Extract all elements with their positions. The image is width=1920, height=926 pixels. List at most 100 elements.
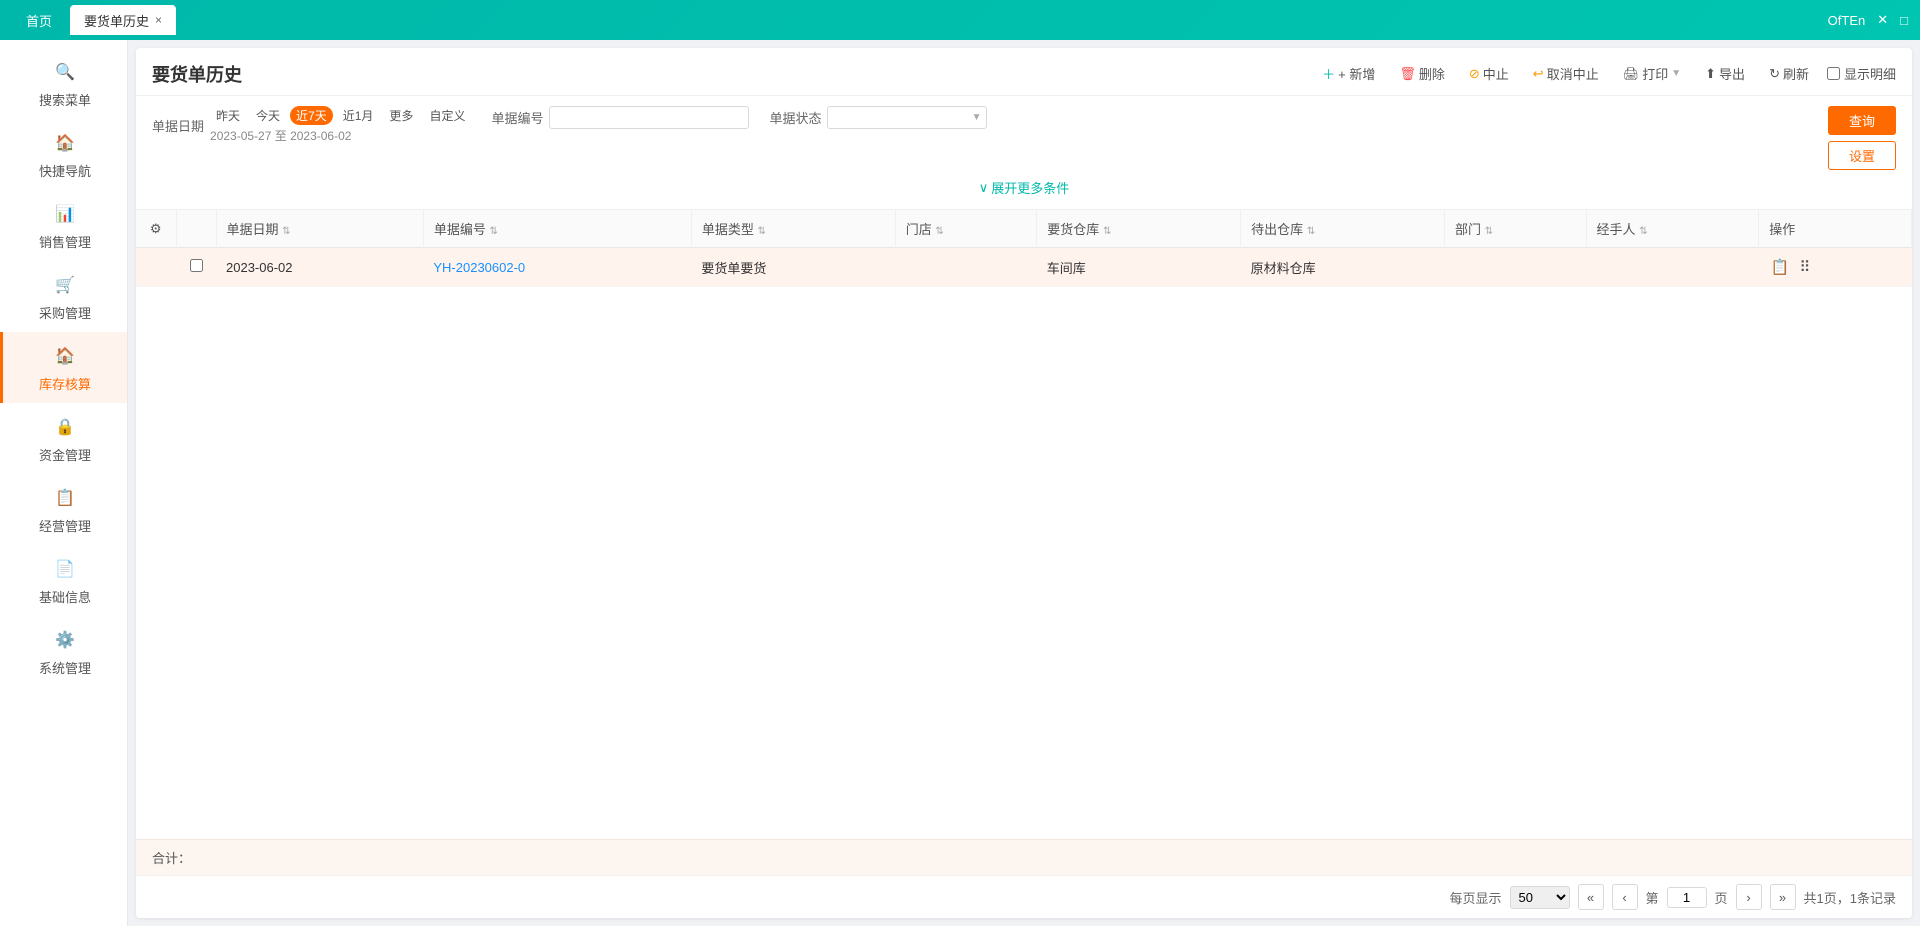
date-btn-1month[interactable]: 近1月 — [337, 106, 380, 125]
sidebar-item-sys-mgmt-label: 系统管理 — [39, 658, 91, 677]
page-label-before: 第 — [1646, 888, 1659, 907]
sys-mgmt-icon: ⚙️ — [51, 626, 79, 654]
filter-docstatus-label: 单据状态 — [769, 108, 821, 127]
row-store — [895, 248, 1037, 287]
stop-button[interactable]: ⊘ 中止 — [1463, 60, 1515, 87]
query-button[interactable]: 查询 — [1828, 106, 1896, 135]
footer-summary: 合计： — [136, 839, 1912, 875]
date-btn-more[interactable]: 更多 — [383, 106, 419, 125]
page-title: 要货单历史 — [152, 61, 242, 87]
often-label[interactable]: OfTEn — [1828, 13, 1866, 28]
inventory-calc-icon: 🏠 — [51, 342, 79, 370]
table-row[interactable]: 2023-06-02 YH-20230602-0 要货单要货 车间库 原材料仓库… — [136, 248, 1912, 287]
operations-mgmt-icon: 📋 — [51, 484, 79, 512]
date-btn-yesterday[interactable]: 昨天 — [210, 106, 246, 125]
last-page-btn[interactable]: » — [1770, 884, 1796, 910]
delete-label: 删除 — [1419, 64, 1445, 83]
sort-doc-type-icon: ⇅ — [758, 226, 766, 237]
new-button[interactable]: ＋ + 新增 — [1316, 60, 1381, 87]
tab-home[interactable]: 首页 — [12, 5, 66, 35]
expand-more-label: 展开更多条件 — [991, 178, 1069, 197]
th-doc-type-label: 单据类型 — [702, 222, 754, 237]
table-settings-icon[interactable]: ⚙ — [150, 221, 162, 236]
delete-button[interactable]: 🗑 删除 — [1393, 60, 1451, 87]
export-icon: ⬆ — [1705, 66, 1716, 82]
new-label: + 新增 — [1338, 64, 1375, 83]
th-req-warehouse[interactable]: 要货仓库 ⇅ — [1037, 210, 1241, 248]
tab-requisition-history[interactable]: 要货单历史 × — [70, 5, 176, 35]
cancel-stop-label: 取消中止 — [1547, 64, 1599, 83]
filter-docstatus-item: 单据状态 ▼ — [769, 106, 987, 129]
th-store-label: 门店 — [906, 222, 932, 237]
print-button[interactable]: 🖨 打印 ▼ — [1617, 60, 1687, 87]
sidebar-item-fund-mgmt[interactable]: 🔒 资金管理 — [0, 403, 127, 474]
filter-main-row: 单据日期 昨天 今天 近7天 近1月 更多 自定义 2023-05-27 至 2… — [152, 106, 1896, 170]
row-edit-icon[interactable]: 📋 — [1769, 256, 1792, 278]
sidebar-item-sales-mgmt[interactable]: 📊 销售管理 — [0, 190, 127, 261]
date-quick-btns-row: 昨天 今天 近7天 近1月 更多 自定义 — [210, 106, 471, 125]
main-table: ⚙ 单据日期 ⇅ 单据编号 ⇅ 单据类型 ⇅ — [136, 210, 1912, 287]
content-area: 要货单历史 ＋ + 新增 🗑 删除 ⊘ 中止 ↩ 取消中止 — [136, 48, 1912, 918]
sidebar-item-quick-nav-label: 快捷导航 — [39, 161, 91, 180]
first-page-btn[interactable]: « — [1578, 884, 1604, 910]
print-dropdown-icon[interactable]: ▼ — [1671, 68, 1681, 79]
row-actions: 📋 ⠿ — [1769, 256, 1902, 278]
expand-more-button[interactable]: ∨ 展开更多条件 — [971, 176, 1078, 199]
sidebar-item-quick-nav[interactable]: 🏠 快捷导航 — [0, 119, 127, 190]
date-btn-today[interactable]: 今天 — [250, 106, 286, 125]
row-pending-warehouse: 原材料仓库 — [1241, 248, 1445, 287]
purchase-mgmt-icon: 🛒 — [51, 271, 79, 299]
export-button[interactable]: ⬆ 导出 — [1699, 60, 1751, 87]
window-close-icon[interactable]: ✕ — [1877, 12, 1888, 28]
top-bar-right: OfTEn ✕ □ — [1828, 12, 1908, 28]
sidebar-item-sales-mgmt-label: 销售管理 — [39, 232, 91, 251]
window-restore-icon[interactable]: □ — [1900, 13, 1908, 28]
display-detail-checkbox[interactable] — [1827, 67, 1840, 80]
date-quick-btns: 昨天 今天 近7天 近1月 更多 自定义 2023-05-27 至 2023-0… — [210, 106, 471, 144]
page-input[interactable] — [1667, 887, 1707, 908]
th-doc-date[interactable]: 单据日期 ⇅ — [216, 210, 423, 248]
prev-page-btn[interactable]: ‹ — [1612, 884, 1638, 910]
table-body: 2023-06-02 YH-20230602-0 要货单要货 车间库 原材料仓库… — [136, 248, 1912, 287]
th-doc-num[interactable]: 单据编号 ⇅ — [423, 210, 691, 248]
date-btn-7days[interactable]: 近7天 — [290, 106, 333, 125]
setting-button[interactable]: 设置 — [1828, 141, 1896, 170]
sidebar-item-purchase-mgmt[interactable]: 🛒 采购管理 — [0, 261, 127, 332]
row-checkbox[interactable] — [190, 259, 203, 272]
doc-num-input[interactable] — [549, 106, 749, 129]
row-handler — [1586, 248, 1759, 287]
row-req-warehouse: 车间库 — [1037, 248, 1241, 287]
sidebar-item-inventory-calc[interactable]: 🏠 库存核算 — [0, 332, 127, 403]
th-handler[interactable]: 经手人 ⇅ — [1586, 210, 1759, 248]
row-doc-num[interactable]: YH-20230602-0 — [423, 248, 691, 287]
toolbar: ＋ + 新增 🗑 删除 ⊘ 中止 ↩ 取消中止 🖨 打印 — [1316, 60, 1896, 87]
th-department[interactable]: 部门 ⇅ — [1445, 210, 1587, 248]
filter-docstatus-wrapper: ▼ — [827, 106, 987, 129]
per-page-select[interactable]: 20 50 100 — [1510, 886, 1570, 909]
sidebar-item-basic-info[interactable]: 📄 基础信息 — [0, 545, 127, 616]
cancel-stop-button[interactable]: ↩ 取消中止 — [1527, 60, 1605, 87]
page-label-after: 页 — [1715, 888, 1728, 907]
cancel-stop-icon: ↩ — [1533, 66, 1544, 82]
th-doc-date-label: 单据日期 — [227, 222, 279, 237]
doc-status-select[interactable] — [827, 106, 987, 129]
sidebar-item-sys-mgmt[interactable]: ⚙️ 系统管理 — [0, 616, 127, 687]
display-detail-toggle[interactable]: 显示明细 — [1827, 64, 1896, 83]
th-pending-warehouse[interactable]: 待出仓库 ⇅ — [1241, 210, 1445, 248]
sidebar-item-search-menu[interactable]: 🔍 搜索菜单 — [0, 48, 127, 119]
summary-label: 合计： — [152, 851, 191, 866]
sidebar-item-basic-info-label: 基础信息 — [39, 587, 91, 606]
th-store[interactable]: 门店 ⇅ — [895, 210, 1037, 248]
search-menu-icon: 🔍 — [51, 58, 79, 86]
refresh-label: 刷新 — [1783, 64, 1809, 83]
tab-close-icon[interactable]: × — [155, 13, 162, 27]
th-doc-type[interactable]: 单据类型 ⇅ — [691, 210, 895, 248]
next-page-btn[interactable]: › — [1736, 884, 1762, 910]
print-label: 打印 — [1642, 64, 1668, 83]
sidebar-item-operations-mgmt[interactable]: 📋 经营管理 — [0, 474, 127, 545]
sidebar-item-purchase-mgmt-label: 采购管理 — [39, 303, 91, 322]
row-more-icon[interactable]: ⠿ — [1797, 256, 1812, 278]
refresh-button[interactable]: ↻ 刷新 — [1763, 60, 1815, 87]
date-btn-custom[interactable]: 自定义 — [423, 106, 471, 125]
filter-right-btns: 查询 设置 — [1828, 106, 1896, 170]
